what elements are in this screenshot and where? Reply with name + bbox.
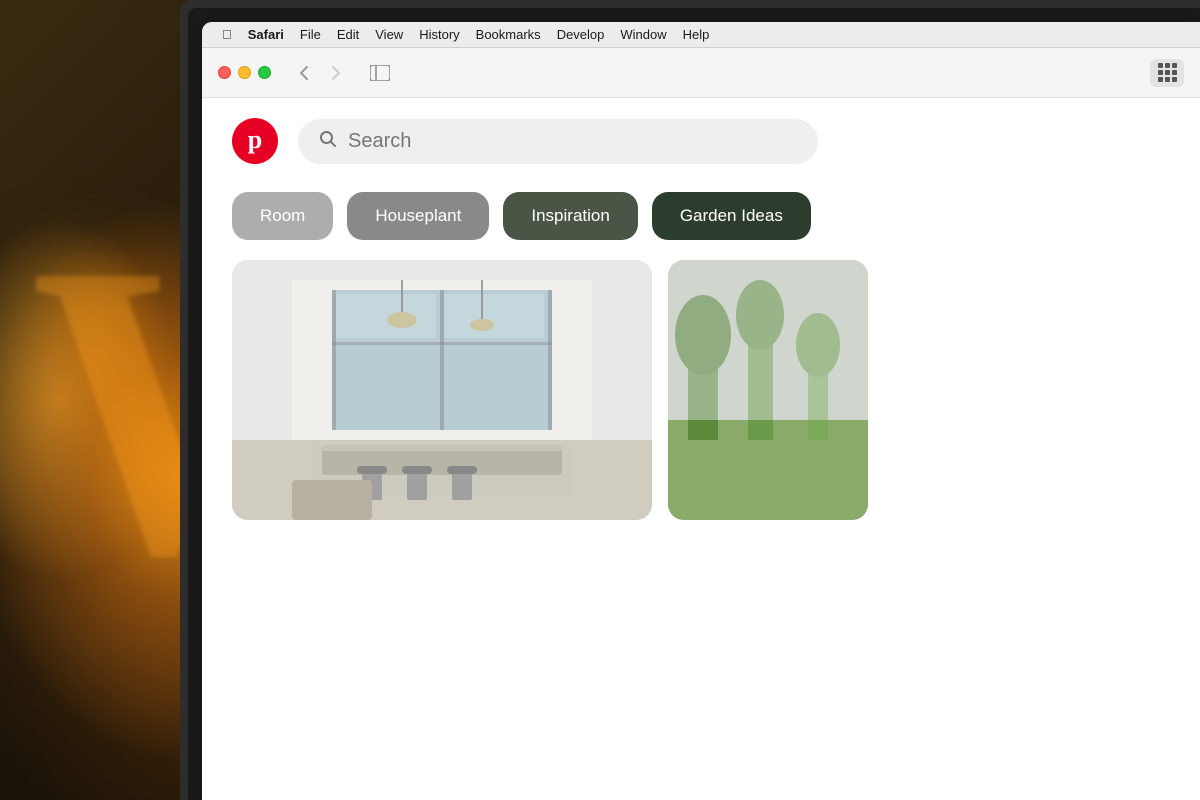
tab-overview-button[interactable]: [1150, 59, 1184, 87]
search-bar[interactable]: Search: [298, 119, 818, 164]
room-interior-image: [232, 260, 652, 520]
menu-bookmarks[interactable]: Bookmarks: [468, 22, 549, 47]
sidebar-toggle-button[interactable]: [365, 60, 395, 86]
browser-window:  Safari File Edit View History Bookmark…: [202, 22, 1200, 800]
search-placeholder-text: Search: [348, 130, 411, 153]
minimize-button[interactable]: [238, 66, 251, 79]
menu-develop[interactable]: Develop: [549, 22, 613, 47]
close-button[interactable]: [218, 66, 231, 79]
menu-window[interactable]: Window: [612, 22, 674, 47]
pinterest-header: p Search: [202, 98, 1200, 184]
category-pill-garden-ideas[interactable]: Garden Ideas: [652, 192, 811, 240]
scene: W  Safari File Edit View History Bookma…: [0, 0, 1200, 800]
image-card-main[interactable]: [232, 260, 652, 520]
nav-buttons: [289, 60, 351, 86]
apple-menu[interactable]: : [214, 22, 240, 47]
forward-button[interactable]: [321, 60, 351, 86]
maximize-button[interactable]: [258, 66, 271, 79]
menu-view[interactable]: View: [367, 22, 411, 47]
laptop-inner:  Safari File Edit View History Bookmark…: [188, 8, 1200, 800]
image-card-side[interactable]: [668, 260, 868, 520]
search-icon: [318, 129, 338, 154]
pinterest-p-letter: p: [248, 125, 262, 155]
pinterest-logo[interactable]: p: [232, 118, 278, 164]
menu-bar:  Safari File Edit View History Bookmark…: [202, 22, 1200, 48]
menu-safari[interactable]: Safari: [240, 22, 292, 47]
menu-help[interactable]: Help: [675, 22, 718, 47]
page-content: p Search: [202, 98, 1200, 800]
menu-edit[interactable]: Edit: [329, 22, 367, 47]
back-button[interactable]: [289, 60, 319, 86]
traffic-lights: [218, 66, 271, 79]
category-pill-room[interactable]: Room: [232, 192, 333, 240]
content-images: [202, 260, 1200, 520]
address-bar-area: [405, 59, 1184, 87]
menu-history[interactable]: History: [411, 22, 467, 47]
tab-grid-icon: [1158, 63, 1177, 82]
browser-toolbar: [202, 48, 1200, 98]
laptop-bezel:  Safari File Edit View History Bookmark…: [180, 0, 1200, 800]
category-pill-houseplant[interactable]: Houseplant: [347, 192, 489, 240]
category-pill-inspiration[interactable]: Inspiration: [503, 192, 637, 240]
category-row: Room Houseplant Inspiration Garden Ideas: [202, 184, 1200, 260]
menu-file[interactable]: File: [292, 22, 329, 47]
